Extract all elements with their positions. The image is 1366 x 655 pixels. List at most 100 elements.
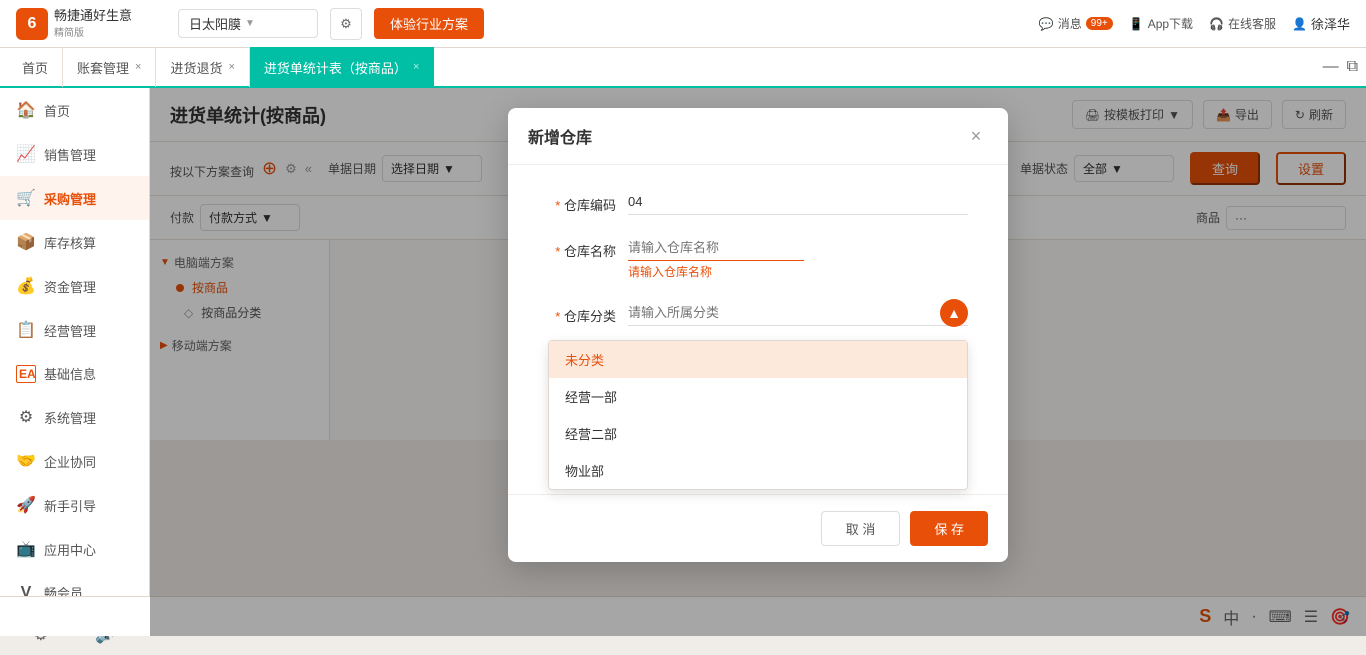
name-error-msg: 请输入仓库名称 [628, 263, 804, 280]
name-field: 请输入仓库名称 [628, 235, 804, 280]
tab-minimize-icon[interactable]: — [1323, 58, 1339, 76]
store-dropdown-arrow: ▼ [245, 18, 255, 29]
dropdown-item-dept1[interactable]: 经营一部 [549, 378, 967, 415]
dialog-close-button[interactable]: × [964, 124, 988, 148]
tab-purchase-stats[interactable]: 进货单统计表（按商品） × [250, 47, 434, 87]
sidebar-item-finance[interactable]: 💰 资金管理 [0, 264, 149, 308]
logo-area: 6 畅捷通好生意 精简版 [16, 8, 166, 40]
inventory-icon: 📦 [16, 232, 36, 252]
main-layout: 🏠 首页 📈 销售管理 🛒 采购管理 📦 库存核算 💰 资金管理 📋 经营管理 … [0, 88, 1366, 636]
tab-purchase-stats-close[interactable]: × [413, 61, 419, 73]
tab-home-label: 首页 [22, 58, 48, 77]
purchase-icon: 🛒 [16, 188, 36, 208]
app-edition: 精简版 [54, 24, 132, 39]
category-field: ▲ 未分类 经营一部 经营二部 [628, 300, 968, 326]
category-dropdown: 未分类 经营一部 经营二部 物业部 [548, 340, 968, 490]
sidebar-business-label: 经营管理 [44, 321, 96, 340]
sidebar-item-inventory[interactable]: 📦 库存核算 [0, 220, 149, 264]
tab-purchase-return[interactable]: 进货退货 × [156, 47, 249, 87]
sales-icon: 📈 [16, 144, 36, 164]
top-header: 6 畅捷通好生意 精简版 日太阳膜 ▼ ⚙ 体验行业方案 💬 消息 99+ 📱 … [0, 0, 1366, 48]
category-required-star: * [555, 309, 560, 324]
code-field [628, 189, 968, 215]
sidebar-finance-label: 资金管理 [44, 277, 96, 296]
sidebar-item-enterprise[interactable]: 🤝 企业协同 [0, 439, 149, 483]
guide-icon: 🚀 [16, 495, 36, 515]
cancel-button[interactable]: 取 消 [821, 511, 901, 546]
tab-account[interactable]: 账套管理 × [63, 47, 156, 87]
logo-icon: 6 [16, 8, 48, 40]
sidebar-item-basic-info[interactable]: EA 基础信息 [0, 352, 149, 395]
sidebar-system-label: 系统管理 [44, 408, 96, 427]
sidebar-inventory-label: 库存核算 [44, 233, 96, 252]
dropdown-item-unclassified[interactable]: 未分类 [549, 341, 967, 378]
app-download-item[interactable]: 📱 App下载 [1129, 15, 1193, 32]
dialog-header: 新增仓库 × [508, 108, 1008, 165]
header-right: 💬 消息 99+ 📱 App下载 🎧 在线客服 👤 徐泽华 [1039, 14, 1350, 33]
messages-item[interactable]: 💬 消息 99+ [1039, 15, 1113, 32]
dialog-footer: 取 消 保 存 [508, 494, 1008, 562]
tab-purchase-return-close[interactable]: × [228, 61, 234, 73]
business-icon: 📋 [16, 320, 36, 340]
app-download-label: App下载 [1148, 15, 1193, 32]
modal-overlay[interactable]: 新增仓库 × * 仓库编码 [150, 88, 1366, 636]
user-avatar[interactable]: 👤 徐泽华 [1292, 14, 1350, 33]
dialog-title: 新增仓库 [528, 124, 592, 148]
tab-bar: 首页 账套管理 × 进货退货 × 进货单统计表（按商品） × — ⧉ [0, 48, 1366, 88]
sidebar-item-purchase[interactable]: 🛒 采购管理 [0, 176, 149, 220]
content-area: 进货单统计(按商品) 🖨 按模板打印 ▼ 📤 导出 ↻ 刷新 [150, 88, 1366, 636]
online-service-item[interactable]: 🎧 在线客服 [1209, 15, 1276, 32]
sidebar-guide-label: 新手引导 [44, 496, 96, 515]
tab-bar-controls: — ⧉ [1323, 58, 1358, 76]
apps-icon: 📺 [16, 539, 36, 559]
finance-icon: 💰 [16, 276, 36, 296]
category-label: * 仓库分类 [548, 300, 628, 325]
system-icon: ⚙ [16, 407, 36, 427]
tab-account-close[interactable]: × [135, 61, 141, 73]
sidebar-basic-info-label: 基础信息 [44, 364, 96, 383]
trial-button[interactable]: 体验行业方案 [374, 8, 484, 39]
tab-home[interactable]: 首页 [8, 47, 63, 87]
sidebar-item-home[interactable]: 🏠 首页 [0, 88, 149, 132]
sidebar-home-label: 首页 [44, 101, 70, 120]
new-warehouse-dialog: 新增仓库 × * 仓库编码 [508, 108, 1008, 562]
sidebar-apps-label: 应用中心 [44, 540, 96, 559]
code-input[interactable] [628, 189, 968, 215]
sidebar-item-guide[interactable]: 🚀 新手引导 [0, 483, 149, 527]
dropdown-item-dept2[interactable]: 经营二部 [549, 415, 967, 452]
category-input[interactable] [628, 300, 968, 326]
code-required-star: * [555, 198, 560, 213]
name-label: * 仓库名称 [548, 235, 628, 260]
app-name: 畅捷通好生意 [54, 8, 132, 25]
dialog-body: * 仓库编码 * 仓库名称 [508, 165, 1008, 494]
tab-purchase-return-label: 进货退货 [170, 58, 222, 77]
store-name: 日太阳膜 [189, 14, 241, 33]
store-selector[interactable]: 日太阳膜 ▼ [178, 9, 318, 38]
sidebar-item-business[interactable]: 📋 经营管理 [0, 308, 149, 352]
basic-info-icon: EA [16, 365, 36, 383]
name-row: * 仓库名称 请输入仓库名称 [548, 235, 968, 280]
messages-label: 消息 [1058, 15, 1082, 32]
name-input[interactable] [628, 235, 804, 261]
home-icon: 🏠 [16, 100, 36, 120]
save-button[interactable]: 保 存 [910, 511, 988, 546]
tab-expand-icon[interactable]: ⧉ [1347, 58, 1358, 76]
sidebar-item-apps[interactable]: 📺 应用中心 [0, 527, 149, 571]
category-row: * 仓库分类 ▲ 未分类 [548, 300, 968, 326]
category-toggle-button[interactable]: ▲ [940, 299, 968, 327]
username: 徐泽华 [1311, 14, 1350, 33]
headset-icon: 🎧 [1209, 17, 1224, 31]
tab-purchase-stats-label: 进货单统计表（按商品） [264, 58, 407, 77]
code-label: * 仓库编码 [548, 189, 628, 214]
tab-account-label: 账套管理 [77, 58, 129, 77]
dropdown-item-property[interactable]: 物业部 [549, 452, 967, 489]
online-service-label: 在线客服 [1228, 15, 1276, 32]
sidebar-item-system[interactable]: ⚙ 系统管理 [0, 395, 149, 439]
settings-button[interactable]: ⚙ [330, 8, 362, 40]
enterprise-icon: 🤝 [16, 451, 36, 471]
sidebar-purchase-label: 采购管理 [44, 189, 96, 208]
gear-icon: ⚙ [340, 16, 352, 32]
category-input-wrap: ▲ [628, 300, 968, 326]
sidebar: 🏠 首页 📈 销售管理 🛒 采购管理 📦 库存核算 💰 资金管理 📋 经营管理 … [0, 88, 150, 636]
sidebar-item-sales[interactable]: 📈 销售管理 [0, 132, 149, 176]
